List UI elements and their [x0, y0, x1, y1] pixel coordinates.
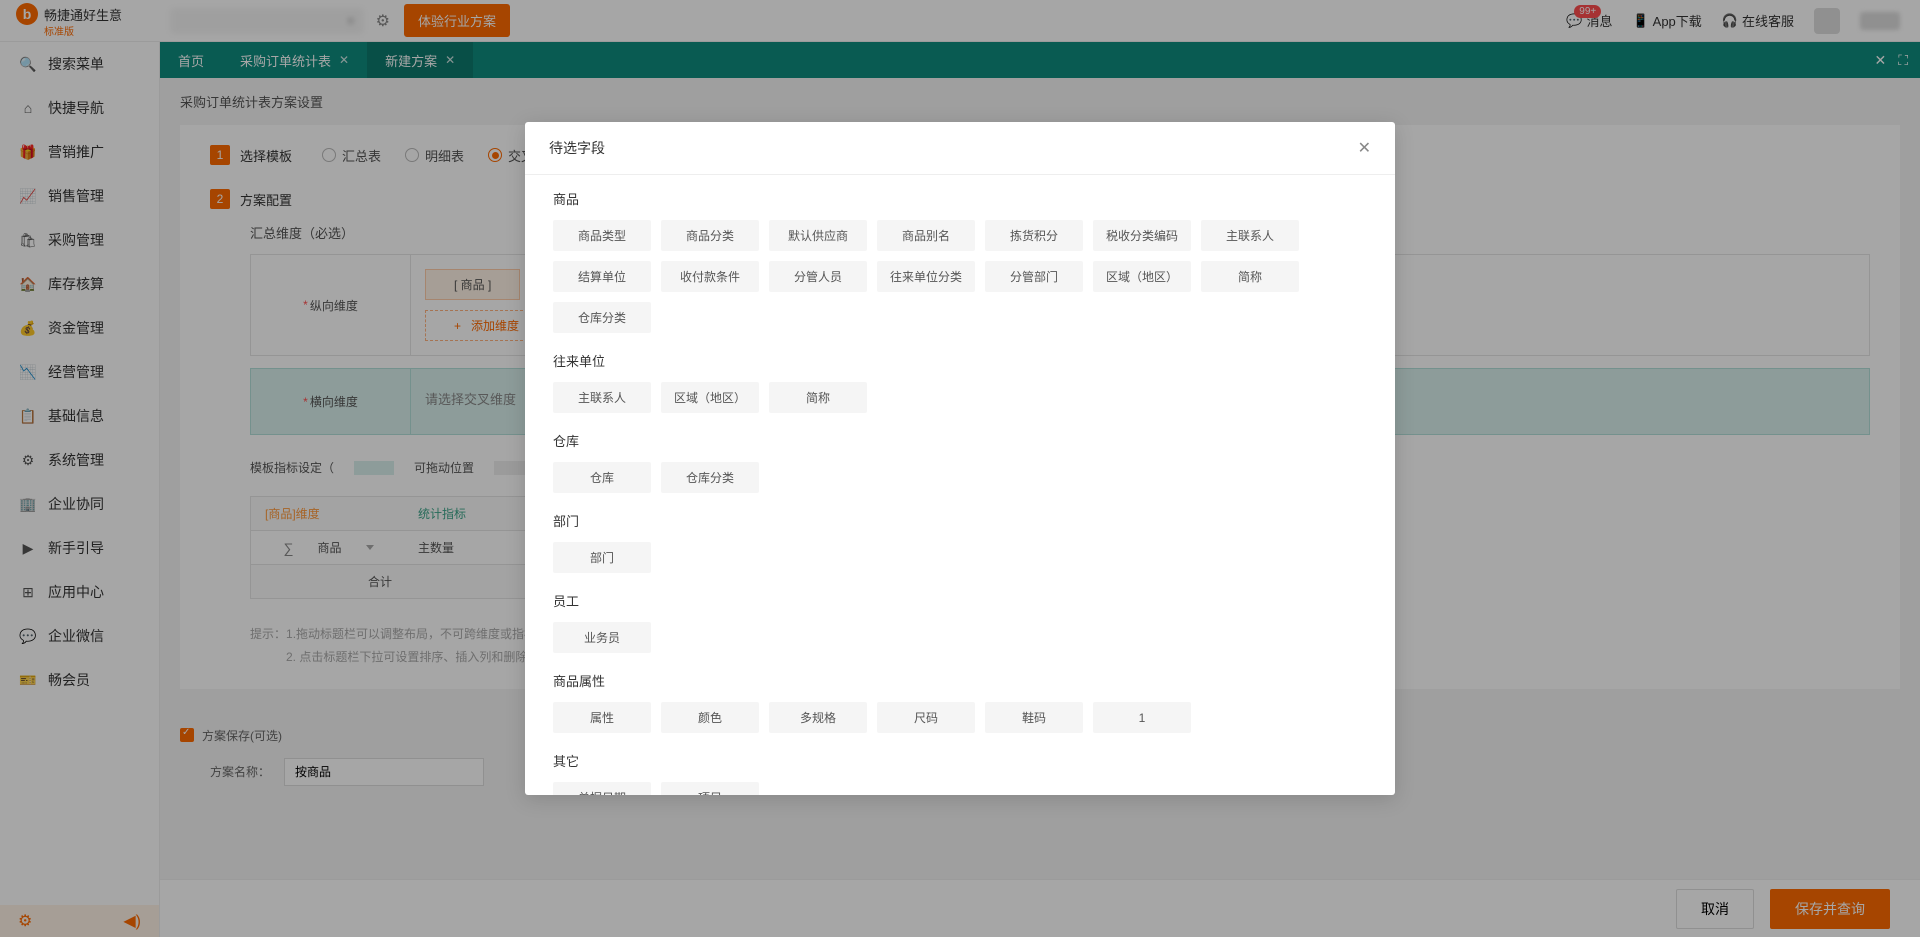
field-chip-0-0[interactable]: 商品类型 [553, 220, 651, 251]
field-group-title-5: 商品属性 [553, 671, 1367, 690]
field-chip-1-1[interactable]: 区域（地区） [661, 382, 759, 413]
field-chip-5-2[interactable]: 多规格 [769, 702, 867, 733]
modal-close-button[interactable]: ✕ [1358, 138, 1371, 158]
field-group-0: 商品商品类型商品分类默认供应商商品别名拣货积分税收分类编码主联系人结算单位收付款… [553, 189, 1367, 333]
field-chip-0-1[interactable]: 商品分类 [661, 220, 759, 251]
field-group-title-0: 商品 [553, 189, 1367, 208]
field-chip-0-9[interactable]: 分管人员 [769, 261, 867, 292]
field-chip-6-1[interactable]: 项目 [661, 782, 759, 795]
field-group-2: 仓库仓库仓库分类 [553, 431, 1367, 493]
field-chip-1-2[interactable]: 简称 [769, 382, 867, 413]
field-group-4: 员工业务员 [553, 591, 1367, 653]
field-chip-0-14[interactable]: 仓库分类 [553, 302, 651, 333]
field-chip-0-6[interactable]: 主联系人 [1201, 220, 1299, 251]
field-group-5: 商品属性属性颜色多规格尺码鞋码 1 [553, 671, 1367, 733]
field-chip-5-1[interactable]: 颜色 [661, 702, 759, 733]
field-chip-1-0[interactable]: 主联系人 [553, 382, 651, 413]
field-group-title-3: 部门 [553, 511, 1367, 530]
field-chip-2-1[interactable]: 仓库分类 [661, 462, 759, 493]
field-group-title-4: 员工 [553, 591, 1367, 610]
field-chip-0-3[interactable]: 商品别名 [877, 220, 975, 251]
field-chip-4-0[interactable]: 业务员 [553, 622, 651, 653]
field-chip-5-3[interactable]: 尺码 [877, 702, 975, 733]
field-chip-0-7[interactable]: 结算单位 [553, 261, 651, 292]
field-group-title-2: 仓库 [553, 431, 1367, 450]
modal-title: 待选字段 [549, 138, 605, 158]
field-group-title-1: 往来单位 [553, 351, 1367, 370]
field-group-6: 其它单据日期项目 [553, 751, 1367, 795]
field-chip-3-0[interactable]: 部门 [553, 542, 651, 573]
field-chip-0-4[interactable]: 拣货积分 [985, 220, 1083, 251]
field-chip-0-8[interactable]: 收付款条件 [661, 261, 759, 292]
field-chip-6-0[interactable]: 单据日期 [553, 782, 651, 795]
field-chip-0-10[interactable]: 往来单位分类 [877, 261, 975, 292]
field-chip-0-12[interactable]: 区域（地区） [1093, 261, 1191, 292]
field-chip-5-4[interactable]: 鞋码 [985, 702, 1083, 733]
field-chip-0-13[interactable]: 简称 [1201, 261, 1299, 292]
field-chip-0-11[interactable]: 分管部门 [985, 261, 1083, 292]
field-group-title-6: 其它 [553, 751, 1367, 770]
field-group-3: 部门部门 [553, 511, 1367, 573]
field-chip-0-2[interactable]: 默认供应商 [769, 220, 867, 251]
field-chip-5-0[interactable]: 属性 [553, 702, 651, 733]
field-selector-modal: 待选字段 ✕ 商品商品类型商品分类默认供应商商品别名拣货积分税收分类编码主联系人… [525, 122, 1395, 795]
field-chip-5-5[interactable]: 1 [1093, 702, 1191, 733]
field-chip-0-5[interactable]: 税收分类编码 [1093, 220, 1191, 251]
field-chip-2-0[interactable]: 仓库 [553, 462, 651, 493]
field-group-1: 往来单位主联系人区域（地区） 简称 [553, 351, 1367, 413]
